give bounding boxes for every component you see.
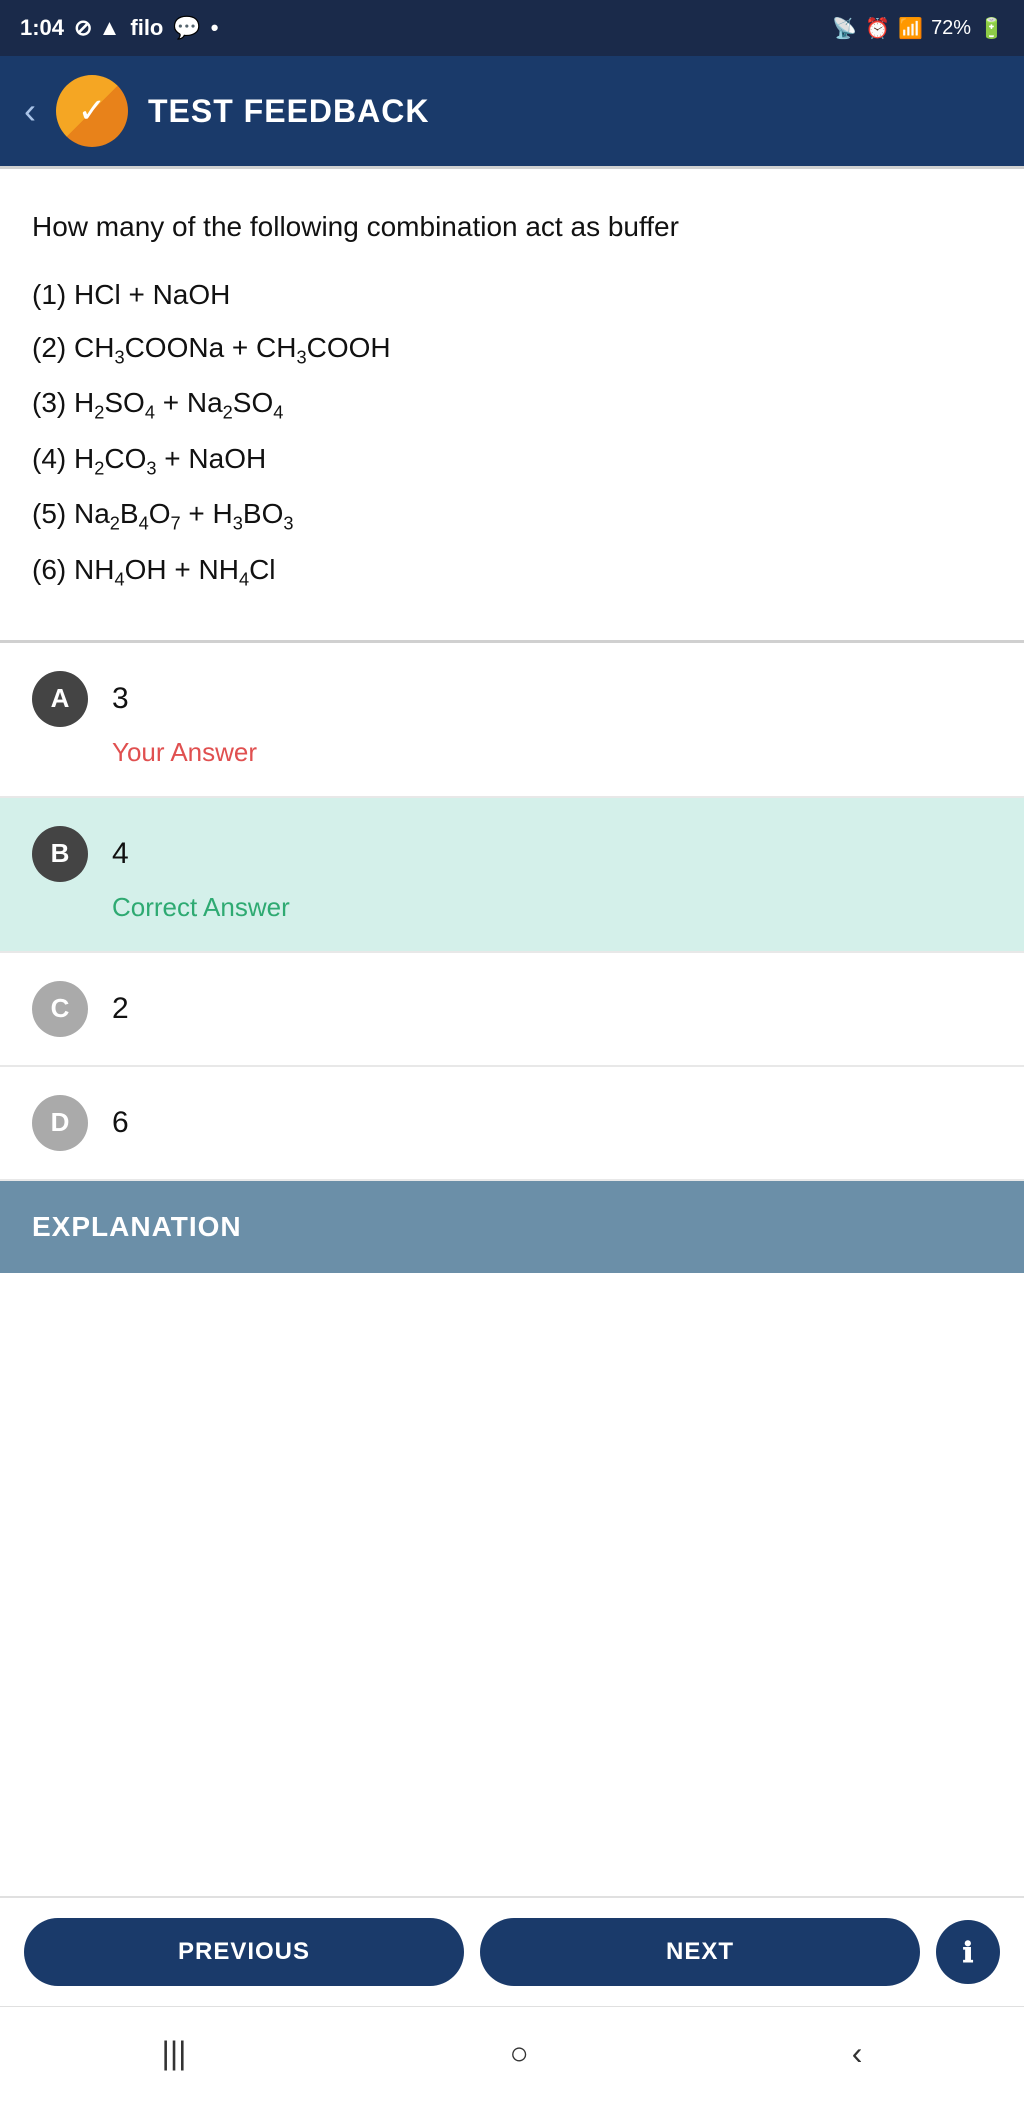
question-area: How many of the following combination ac…	[0, 169, 1024, 640]
header: ‹ ✓ TEST FEEDBACK	[0, 56, 1024, 166]
option-circle-b: B	[32, 826, 88, 882]
explanation-title: EXPLANATION	[32, 1211, 992, 1243]
status-left: 1:04 ⊘ ▲ filo 💬 •	[20, 15, 218, 41]
answer-b-top: B 4	[32, 826, 992, 882]
answer-row-d: D 6	[0, 1067, 1024, 1181]
answer-row-a: A 3 Your Answer	[0, 643, 1024, 798]
answer-d-value: 6	[112, 1106, 129, 1140]
back-button[interactable]: ‹	[24, 90, 36, 132]
system-home-button[interactable]: ○	[485, 2027, 552, 2080]
option-4: (4) H2CO3 + NaOH	[32, 434, 992, 485]
wifi-icon: 📶	[898, 16, 923, 41]
battery-percent: 72%	[931, 17, 971, 40]
status-time: 1:04	[20, 15, 64, 41]
answer-d-top: D 6	[32, 1095, 992, 1151]
alarm-icon: ⏰	[865, 16, 890, 41]
page-title: TEST FEEDBACK	[148, 93, 429, 130]
answer-a-label: Your Answer	[112, 737, 992, 768]
status-dot: •	[211, 15, 219, 41]
system-back-button[interactable]: ‹	[828, 2027, 887, 2080]
answer-a-value: 3	[112, 682, 129, 716]
option-circle-d: D	[32, 1095, 88, 1151]
answers-section: A 3 Your Answer B 4 Correct Answer C 2 D…	[0, 643, 1024, 1181]
status-icons: ⊘ ▲	[74, 15, 120, 41]
question-body: How many of the following combination ac…	[32, 211, 679, 242]
option-circle-c: C	[32, 981, 88, 1037]
option-1: (1) HCl + NaOH	[32, 270, 992, 319]
question-text: How many of the following combination ac…	[32, 205, 992, 250]
explanation-section: EXPLANATION	[0, 1181, 1024, 1273]
checkmark-icon: ✓	[78, 91, 107, 131]
answer-row-c: C 2	[0, 953, 1024, 1067]
bottom-nav: PREVIOUS NEXT ℹ	[0, 1896, 1024, 2006]
status-chat-icon: 💬	[173, 15, 200, 41]
content-spacer	[0, 1273, 1024, 1896]
option-2: (2) CH3COONa + CH3COOH	[32, 323, 992, 374]
option-circle-a: A	[32, 671, 88, 727]
previous-button[interactable]: PREVIOUS	[24, 1918, 464, 1986]
answer-row-b: B 4 Correct Answer	[0, 798, 1024, 953]
status-app: filo	[130, 15, 163, 41]
answer-b-value: 4	[112, 837, 129, 871]
system-nav: ||| ○ ‹	[0, 2006, 1024, 2104]
option-3: (3) H2SO4 + Na2SO4	[32, 378, 992, 429]
cast-icon: 📡	[832, 16, 857, 41]
option-5: (5) Na2B4O7 + H3BO3	[32, 489, 992, 540]
status-bar: 1:04 ⊘ ▲ filo 💬 • 📡 ⏰ 📶 72% 🔋	[0, 0, 1024, 56]
answer-c-value: 2	[112, 992, 129, 1026]
answer-b-label: Correct Answer	[112, 892, 992, 923]
next-button[interactable]: NEXT	[480, 1918, 920, 1986]
answer-c-top: C 2	[32, 981, 992, 1037]
info-button[interactable]: ℹ	[936, 1920, 1000, 1984]
answer-a-top: A 3	[32, 671, 992, 727]
app-logo: ✓	[56, 75, 128, 147]
status-right: 📡 ⏰ 📶 72% 🔋	[832, 16, 1004, 41]
battery-icon: 🔋	[979, 16, 1004, 41]
option-6: (6) NH4OH + NH4Cl	[32, 545, 992, 596]
option-list: (1) HCl + NaOH (2) CH3COONa + CH3COOH (3…	[32, 270, 992, 596]
system-menu-button[interactable]: |||	[138, 2027, 211, 2080]
